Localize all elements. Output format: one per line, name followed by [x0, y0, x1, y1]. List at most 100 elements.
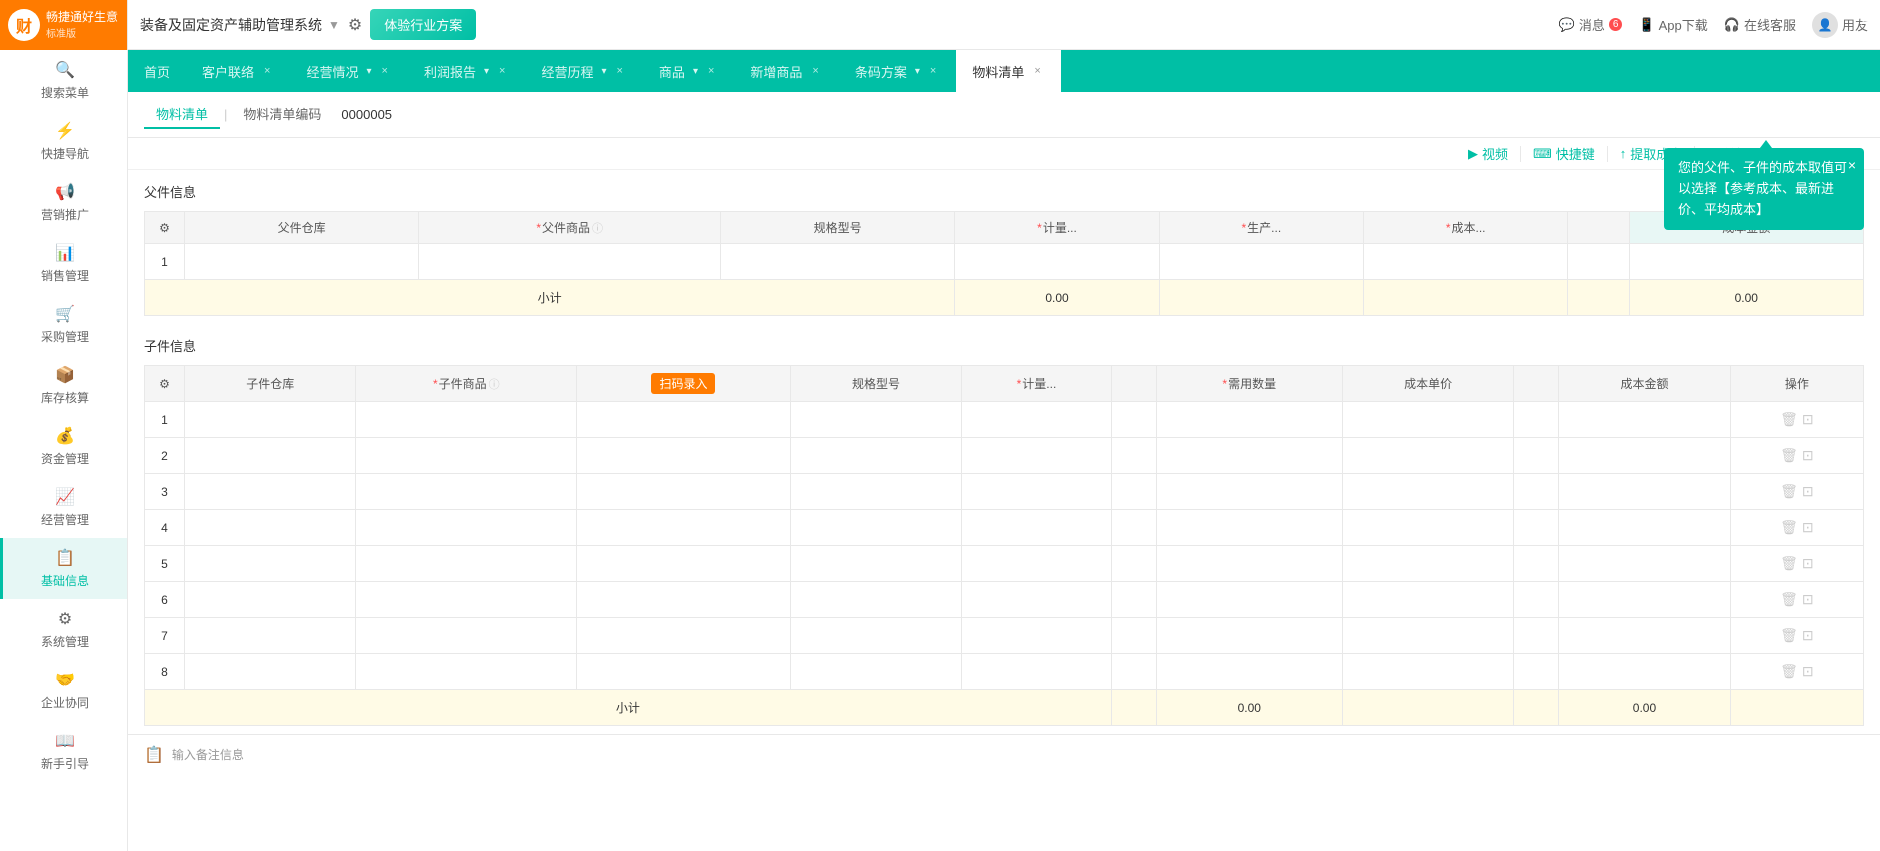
child-row-1-unit[interactable]: [962, 402, 1111, 438]
service-btn[interactable]: 🎧 在线客服: [1724, 15, 1796, 34]
child-row-6-warehouse[interactable]: [185, 582, 356, 618]
sidebar-item-4[interactable]: 🛒采购管理: [0, 294, 127, 355]
parent-row-1-product[interactable]: [419, 244, 721, 280]
nav-tab-close-6[interactable]: ×: [812, 65, 818, 77]
child-row-1-product[interactable]: [356, 402, 577, 438]
child-row-5-unit[interactable]: [962, 546, 1111, 582]
child-row-5-delete-icon[interactable]: 🗑: [1780, 555, 1798, 572]
child-row-3-qty[interactable]: [1156, 474, 1342, 510]
child-row-4-warehouse[interactable]: [185, 510, 356, 546]
child-row-4-qty[interactable]: [1156, 510, 1342, 546]
child-row-8-unit[interactable]: [962, 654, 1111, 690]
child-row-4-product[interactable]: [356, 510, 577, 546]
sidebar-item-8[interactable]: 📋基础信息: [0, 538, 127, 599]
scan-input-btn[interactable]: 扫码录入: [651, 373, 715, 394]
nav-tab-close-3[interactable]: ×: [499, 65, 505, 77]
sub-tab-bom[interactable]: 物料清单: [144, 100, 220, 129]
message-btn[interactable]: 💬 消息 6: [1559, 15, 1623, 34]
child-row-3-unit[interactable]: [962, 474, 1111, 510]
child-row-4-unit[interactable]: [962, 510, 1111, 546]
nav-tab-5[interactable]: 商品 ▾ ×: [643, 50, 734, 92]
child-row-4-copy-icon[interactable]: ⊡: [1802, 519, 1814, 536]
child-row-5-qty[interactable]: [1156, 546, 1342, 582]
parent-row-1-spec[interactable]: [721, 244, 955, 280]
nav-tab-close-2[interactable]: ×: [382, 65, 388, 77]
child-row-5-copy-icon[interactable]: ⊡: [1802, 555, 1814, 572]
child-row-8-delete-icon[interactable]: 🗑: [1780, 663, 1798, 680]
child-row-1-delete-icon[interactable]: 🗑: [1780, 411, 1798, 428]
nav-tab-0[interactable]: 首页: [128, 50, 186, 92]
sidebar-item-10[interactable]: 🤝企业协同: [0, 660, 127, 721]
child-row-2-spec[interactable]: [790, 438, 961, 474]
child-row-1-warehouse[interactable]: [185, 402, 356, 438]
child-row-8-warehouse[interactable]: [185, 654, 356, 690]
child-row-2-delete-icon[interactable]: 🗑: [1780, 447, 1798, 464]
sidebar-item-7[interactable]: 📈经营管理: [0, 477, 127, 538]
nav-tab-close-4[interactable]: ×: [616, 65, 622, 77]
child-row-7-qty[interactable]: [1156, 618, 1342, 654]
child-row-3-warehouse[interactable]: [185, 474, 356, 510]
nav-tab-close-5[interactable]: ×: [708, 65, 714, 77]
child-row-6-qty[interactable]: [1156, 582, 1342, 618]
child-col-scan[interactable]: 扫码录入: [577, 366, 791, 402]
nav-tab-close-1[interactable]: ×: [264, 65, 270, 77]
child-row-8-copy-icon[interactable]: ⊡: [1802, 663, 1814, 680]
child-row-4-spec[interactable]: [790, 510, 961, 546]
trial-button[interactable]: 体验行业方案: [370, 9, 476, 40]
child-row-3-copy-icon[interactable]: ⊡: [1802, 483, 1814, 500]
child-row-6-delete-icon[interactable]: 🗑: [1780, 591, 1798, 608]
app-download-btn[interactable]: 📱 App下载: [1638, 15, 1707, 34]
nav-tab-2[interactable]: 经营情况 ▾ ×: [290, 50, 407, 92]
child-row-7-unit[interactable]: [962, 618, 1111, 654]
child-row-3-product[interactable]: [356, 474, 577, 510]
child-row-2-qty[interactable]: [1156, 438, 1342, 474]
child-row-2-product[interactable]: [356, 438, 577, 474]
sidebar-item-6[interactable]: 💰资金管理: [0, 416, 127, 477]
child-row-2-warehouse[interactable]: [185, 438, 356, 474]
child-row-8-qty[interactable]: [1156, 654, 1342, 690]
nav-tab-close-8[interactable]: ×: [1034, 65, 1040, 77]
parent-row-1-unit[interactable]: [955, 244, 1159, 280]
child-row-6-spec[interactable]: [790, 582, 961, 618]
tooltip-close-btn[interactable]: ×: [1848, 154, 1856, 176]
child-row-5-product[interactable]: [356, 546, 577, 582]
sidebar-item-3[interactable]: 📊销售管理: [0, 233, 127, 294]
child-row-7-delete-icon[interactable]: 🗑: [1780, 627, 1798, 644]
nav-tab-8[interactable]: 物料清单 ×: [956, 50, 1060, 92]
child-row-7-product[interactable]: [356, 618, 577, 654]
child-row-5-warehouse[interactable]: [185, 546, 356, 582]
child-row-7-warehouse[interactable]: [185, 618, 356, 654]
nav-tab-3[interactable]: 利润报告 ▾ ×: [408, 50, 525, 92]
child-row-3-unit-price[interactable]: [1342, 474, 1513, 510]
sidebar-item-5[interactable]: 📦库存核算: [0, 355, 127, 416]
bottom-hint[interactable]: 输入备注信息: [172, 746, 244, 763]
child-row-2-unit-price[interactable]: [1342, 438, 1513, 474]
video-btn[interactable]: ▶ 视频: [1468, 144, 1508, 163]
child-row-6-product[interactable]: [356, 582, 577, 618]
child-row-3-delete-icon[interactable]: 🗑: [1780, 483, 1798, 500]
child-row-3-spec[interactable]: [790, 474, 961, 510]
sidebar-item-2[interactable]: 📢营销推广: [0, 172, 127, 233]
sidebar-item-9[interactable]: ⚙系统管理: [0, 599, 127, 660]
child-row-5-spec[interactable]: [790, 546, 961, 582]
nav-tab-6[interactable]: 新增商品 ×: [734, 50, 838, 92]
nav-tab-1[interactable]: 客户联络 ×: [186, 50, 290, 92]
nav-tab-close-7[interactable]: ×: [930, 65, 936, 77]
child-row-6-unit[interactable]: [962, 582, 1111, 618]
parent-row-1-warehouse[interactable]: [185, 244, 419, 280]
parent-row-1-cost[interactable]: [1364, 244, 1568, 280]
sidebar-item-0[interactable]: 🔍搜索菜单: [0, 50, 127, 111]
nav-tab-4[interactable]: 经营历程 ▾ ×: [525, 50, 642, 92]
nav-tab-7[interactable]: 条码方案 ▾ ×: [839, 50, 956, 92]
child-row-8-spec[interactable]: [790, 654, 961, 690]
child-col-settings[interactable]: ⚙: [145, 366, 185, 402]
system-dropdown-icon[interactable]: ▼: [328, 18, 340, 32]
sub-tab-bom-code[interactable]: 物料清单编码: [231, 100, 333, 129]
child-row-1-spec[interactable]: [790, 402, 961, 438]
child-row-8-product[interactable]: [356, 654, 577, 690]
child-row-4-unit-price[interactable]: [1342, 510, 1513, 546]
sidebar-item-11[interactable]: 📖新手引导: [0, 721, 127, 782]
child-row-2-copy-icon[interactable]: ⊡: [1802, 447, 1814, 464]
parent-col-settings[interactable]: ⚙: [145, 212, 185, 244]
shortcut-btn[interactable]: ⌨ 快捷键: [1533, 144, 1595, 163]
